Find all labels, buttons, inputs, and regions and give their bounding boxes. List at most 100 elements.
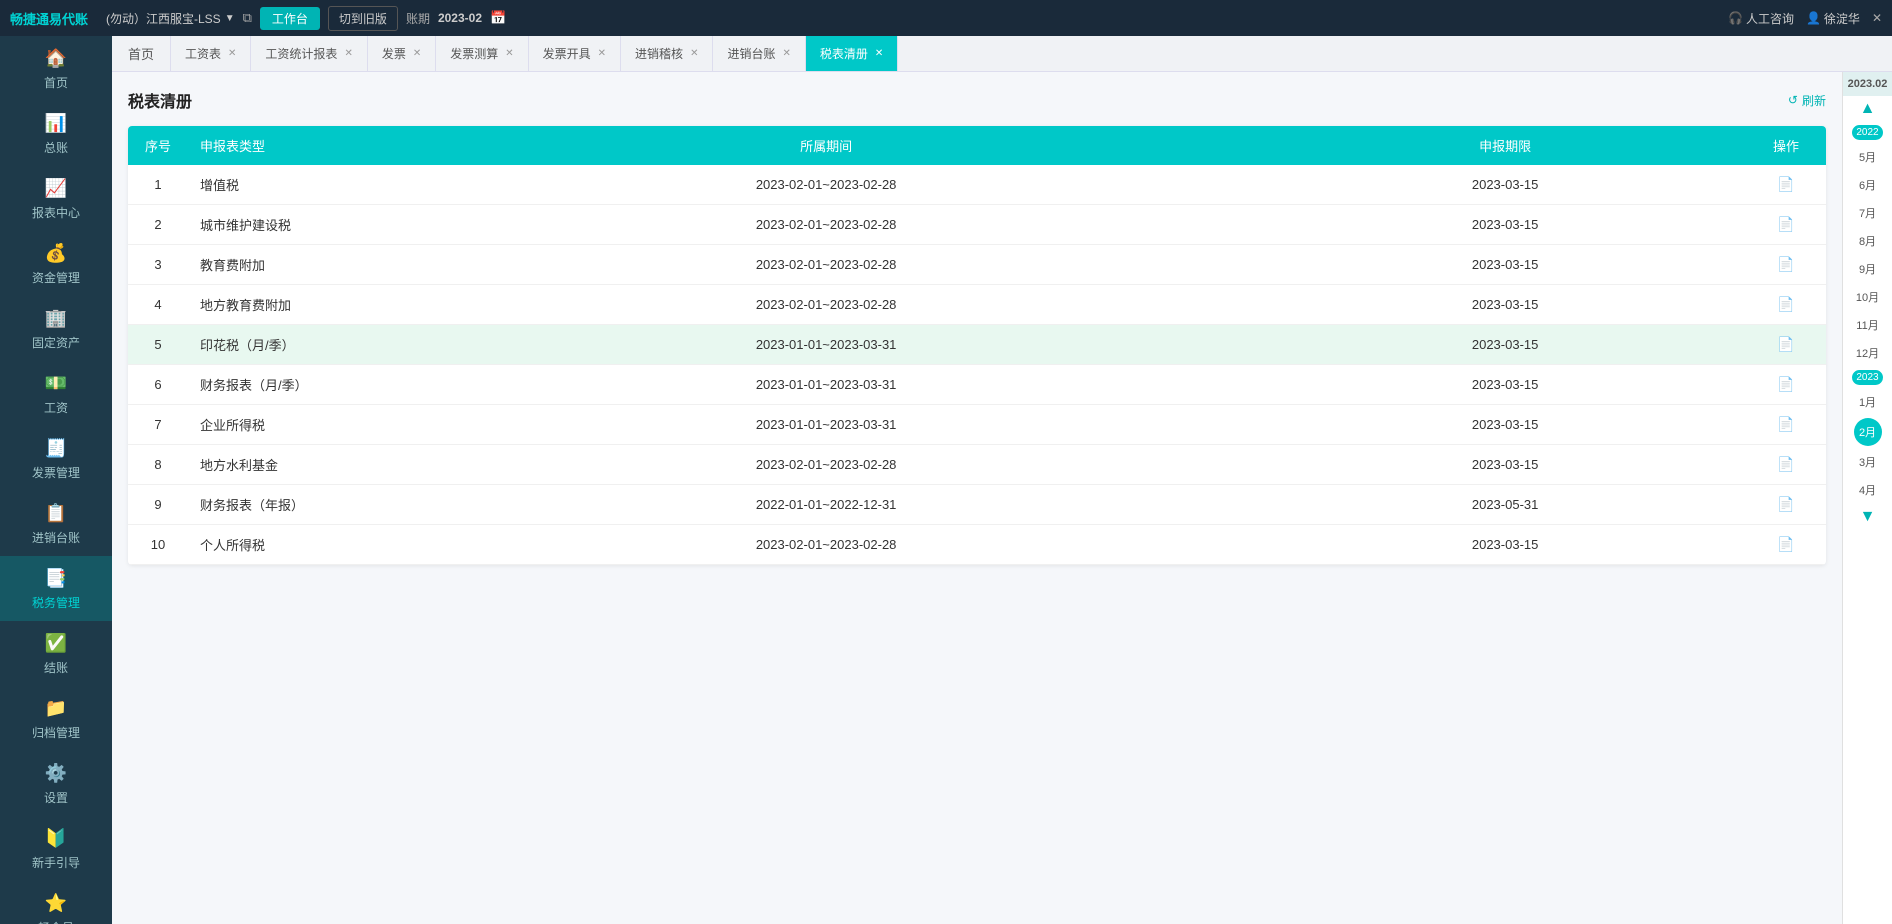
action-detail-icon[interactable]: 📄 bbox=[1777, 336, 1794, 352]
sidebar-label-settings: 设置 bbox=[44, 789, 68, 806]
table-row: 9 财务报表（年报） 2022-01-01~2022-12-31 2023-05… bbox=[128, 485, 1826, 525]
page-content: 税表清册 ↺ 刷新 序号 申报表类型 所属期间 申报期限 操作 bbox=[112, 72, 1892, 924]
month-2022-12[interactable]: 12月 bbox=[1843, 339, 1892, 367]
tab-salary[interactable]: 工资表 ✕ bbox=[171, 36, 251, 72]
cell-action: 📄 bbox=[1746, 285, 1826, 325]
top-bar-right: 🎧 人工咨询 👤 徐淀华 ✕ bbox=[1728, 10, 1882, 27]
year-2022-badge[interactable]: 2022 bbox=[1852, 125, 1882, 140]
tab-close-tax-register[interactable]: ✕ bbox=[875, 48, 883, 59]
sidebar-label-funds: 资金管理 bbox=[32, 269, 80, 286]
cell-seq: 3 bbox=[128, 245, 188, 285]
sidebar-item-assets[interactable]: 🏢 固定资产 bbox=[0, 296, 112, 361]
sidebar-item-invoice[interactable]: 🧾 发票管理 bbox=[0, 426, 112, 491]
content-area: 首页 工资表 ✕ 工资统计报表 ✕ 发票 ✕ 发票测算 ✕ 发票开具 ✕ bbox=[112, 36, 1892, 924]
cell-action: 📄 bbox=[1746, 485, 1826, 525]
scroll-down-button[interactable]: ▼ bbox=[1860, 504, 1876, 530]
cell-deadline: 2023-03-15 bbox=[1264, 205, 1746, 245]
action-detail-icon[interactable]: 📄 bbox=[1777, 216, 1794, 232]
sidebar-item-settlement[interactable]: ✅ 结账 bbox=[0, 621, 112, 686]
month-2022-08[interactable]: 8月 bbox=[1843, 227, 1892, 255]
tab-close-salary-report[interactable]: ✕ bbox=[344, 48, 352, 59]
switch-old-button[interactable]: 切到旧版 bbox=[328, 6, 398, 31]
action-detail-icon[interactable]: 📄 bbox=[1777, 256, 1794, 272]
action-detail-icon[interactable]: 📄 bbox=[1777, 296, 1794, 312]
sidebar-item-funds[interactable]: 💰 资金管理 bbox=[0, 231, 112, 296]
cell-seq: 6 bbox=[128, 365, 188, 405]
scroll-up-button[interactable]: ▲ bbox=[1860, 96, 1876, 122]
cell-deadline: 2023-03-15 bbox=[1264, 365, 1746, 405]
tab-invoice[interactable]: 发票 ✕ bbox=[368, 36, 436, 72]
ai-consult-btn[interactable]: 🎧 人工咨询 bbox=[1728, 10, 1794, 27]
sidebar-label-salary: 工资 bbox=[44, 399, 68, 416]
month-2022-05[interactable]: 5月 bbox=[1843, 143, 1892, 171]
workbench-button[interactable]: 工作台 bbox=[260, 7, 320, 30]
member-icon: ⭐ bbox=[45, 893, 67, 914]
window-close-icon[interactable]: ✕ bbox=[1872, 11, 1882, 25]
sidebar-item-home[interactable]: 🏠 首页 bbox=[0, 36, 112, 101]
copy-icon[interactable]: ⧉ bbox=[243, 10, 252, 26]
tab-invoice-calc[interactable]: 发票测算 ✕ bbox=[436, 36, 528, 72]
month-2022-10[interactable]: 10月 bbox=[1843, 283, 1892, 311]
company-selector[interactable]: (勿动）江西服宝-LSS ▼ bbox=[106, 10, 235, 27]
action-detail-icon[interactable]: 📄 bbox=[1777, 496, 1794, 512]
tab-close-purchase-check[interactable]: ✕ bbox=[690, 48, 698, 59]
month-2023-02[interactable]: 2月 bbox=[1854, 418, 1882, 446]
sidebar-item-archive[interactable]: 📁 归档管理 bbox=[0, 686, 112, 751]
sidebar-label-tax: 税务管理 bbox=[32, 594, 80, 611]
tab-close-invoice[interactable]: ✕ bbox=[413, 48, 421, 59]
tab-salary-report[interactable]: 工资统计报表 ✕ bbox=[251, 36, 367, 72]
month-2022-11[interactable]: 11月 bbox=[1843, 311, 1892, 339]
sidebar-label-assets: 固定资产 bbox=[32, 334, 80, 351]
col-action: 操作 bbox=[1746, 126, 1826, 165]
tab-purchase-check[interactable]: 进销稽核 ✕ bbox=[621, 36, 713, 72]
period-value: 2023-02 bbox=[438, 11, 482, 25]
action-detail-icon[interactable]: 📄 bbox=[1777, 456, 1794, 472]
tab-close-invoice-open[interactable]: ✕ bbox=[598, 48, 606, 59]
refresh-button[interactable]: ↺ 刷新 bbox=[1788, 92, 1826, 109]
month-2022-09[interactable]: 9月 bbox=[1843, 255, 1892, 283]
cell-seq: 9 bbox=[128, 485, 188, 525]
archive-icon: 📁 bbox=[45, 698, 67, 719]
page-main: 税表清册 ↺ 刷新 序号 申报表类型 所属期间 申报期限 操作 bbox=[112, 72, 1842, 924]
sidebar-item-ledger[interactable]: 📊 总账 bbox=[0, 101, 112, 166]
tab-tax-register[interactable]: 税表清册 ✕ bbox=[806, 36, 898, 72]
month-2023-04[interactable]: 4月 bbox=[1843, 476, 1892, 504]
sidebar-label-purchase: 进销台账 bbox=[32, 529, 80, 546]
sidebar-item-report[interactable]: 📈 报表中心 bbox=[0, 166, 112, 231]
action-detail-icon[interactable]: 📄 bbox=[1777, 416, 1794, 432]
action-detail-icon[interactable]: 📄 bbox=[1777, 176, 1794, 192]
cell-deadline: 2023-05-31 bbox=[1264, 485, 1746, 525]
sidebar-item-tax[interactable]: 📑 税务管理 bbox=[0, 556, 112, 621]
sidebar-item-purchase[interactable]: 📋 进销台账 bbox=[0, 491, 112, 556]
tab-close-salary[interactable]: ✕ bbox=[228, 48, 236, 59]
tab-close-invoice-calc[interactable]: ✕ bbox=[505, 48, 513, 59]
avatar-icon: 👤 bbox=[1806, 11, 1821, 25]
calendar-icon[interactable]: 📅 bbox=[490, 10, 506, 26]
sidebar-item-salary[interactable]: 💵 工资 bbox=[0, 361, 112, 426]
cell-period: 2023-01-01~2023-03-31 bbox=[388, 405, 1264, 445]
sidebar-item-settings[interactable]: ⚙️ 设置 bbox=[0, 751, 112, 816]
month-2022-06[interactable]: 6月 bbox=[1843, 171, 1892, 199]
sidebar-item-guide[interactable]: 🔰 新手引导 bbox=[0, 816, 112, 881]
page-title: 税表清册 bbox=[128, 88, 192, 112]
month-2023-03[interactable]: 3月 bbox=[1843, 448, 1892, 476]
tab-purchase-ledger[interactable]: 进销台账 ✕ bbox=[713, 36, 805, 72]
month-2023-01[interactable]: 1月 bbox=[1843, 388, 1892, 416]
tab-invoice-open[interactable]: 发票开具 ✕ bbox=[529, 36, 621, 72]
action-detail-icon[interactable]: 📄 bbox=[1777, 536, 1794, 552]
user-avatar[interactable]: 👤 徐淀华 bbox=[1806, 10, 1860, 27]
col-seq: 序号 bbox=[128, 126, 188, 165]
sidebar-label-report: 报表中心 bbox=[32, 204, 80, 221]
month-2022-07[interactable]: 7月 bbox=[1843, 199, 1892, 227]
cell-type: 增值税 bbox=[188, 165, 388, 205]
action-detail-icon[interactable]: 📄 bbox=[1777, 376, 1794, 392]
cell-seq: 2 bbox=[128, 205, 188, 245]
cell-type: 印花税（月/季） bbox=[188, 325, 388, 365]
tab-home[interactable]: 首页 bbox=[112, 36, 171, 72]
col-deadline: 申报期限 bbox=[1264, 126, 1746, 165]
year-2023-badge[interactable]: 2023 bbox=[1852, 370, 1882, 385]
cell-period: 2022-01-01~2022-12-31 bbox=[388, 485, 1264, 525]
tab-close-purchase-ledger[interactable]: ✕ bbox=[782, 48, 790, 59]
table-row: 1 增值税 2023-02-01~2023-02-28 2023-03-15 📄 bbox=[128, 165, 1826, 205]
sidebar-item-member[interactable]: ⭐ 畅会员 bbox=[0, 881, 112, 924]
